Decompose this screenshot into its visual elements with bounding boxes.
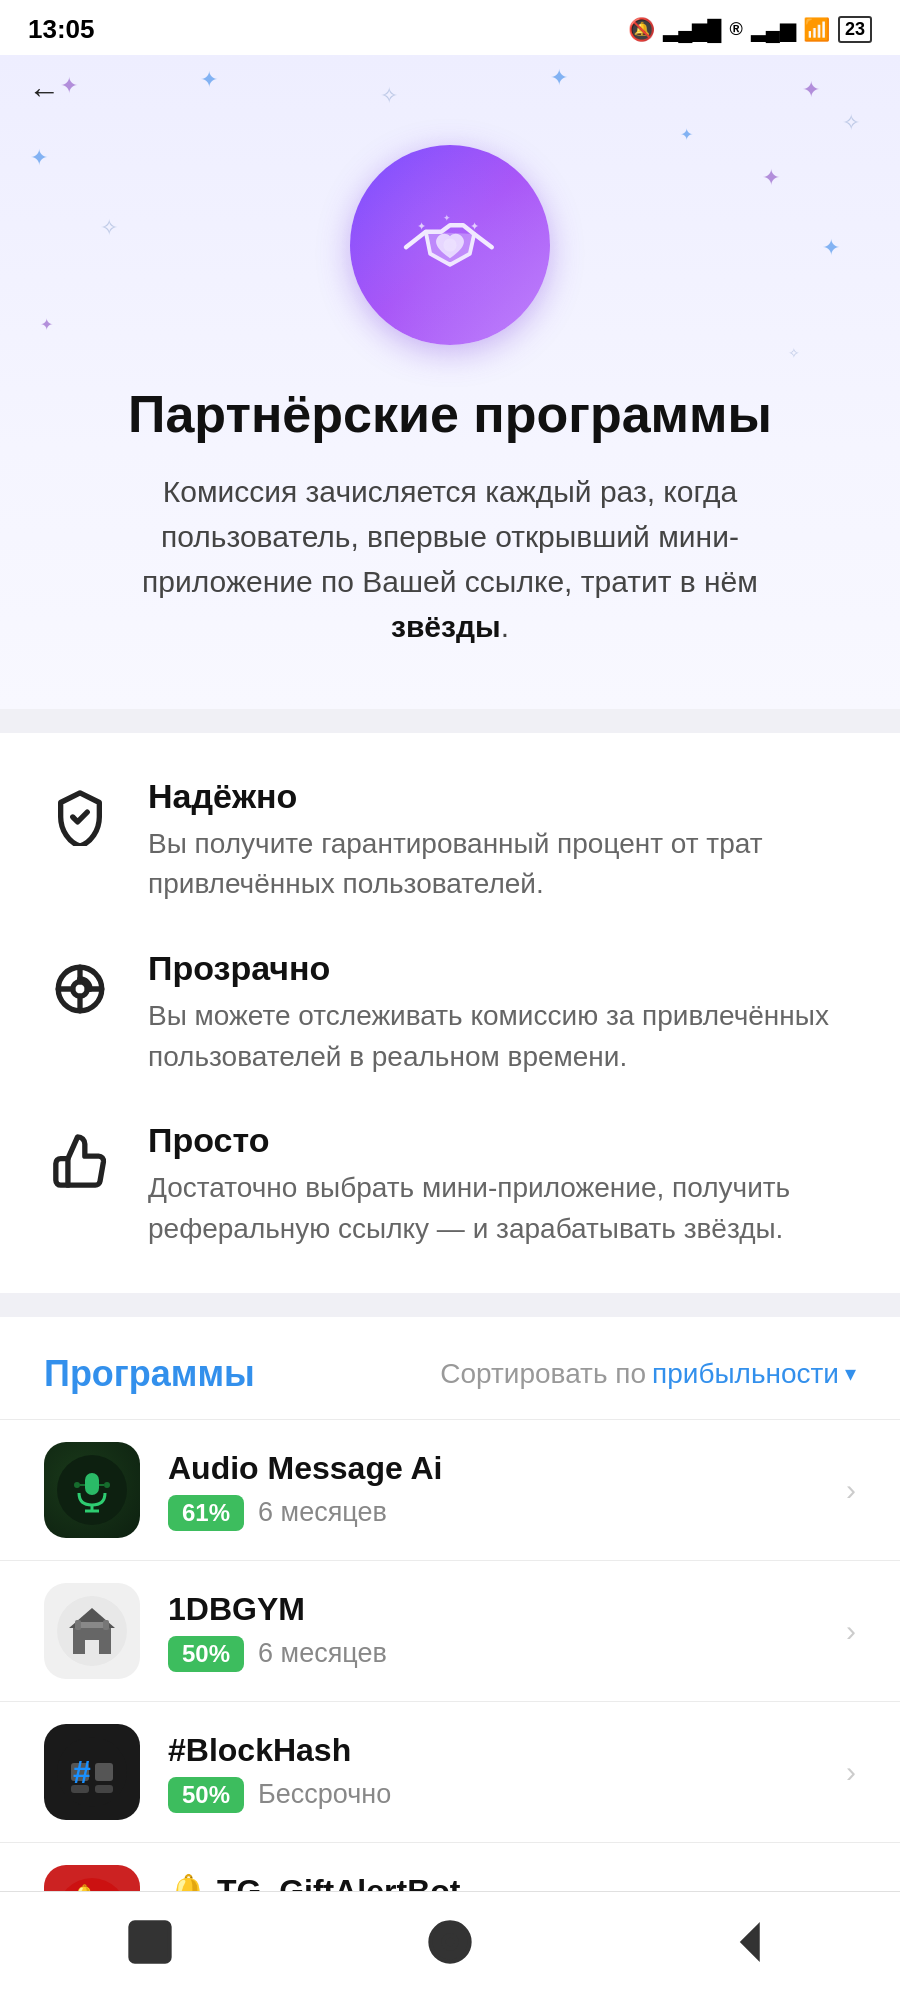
hero-title: Партнёрские программы: [60, 385, 840, 445]
svg-text:✦: ✦: [443, 213, 451, 223]
program-badge-blockhash: 50%: [168, 1777, 244, 1813]
nav-back-button[interactable]: [720, 1912, 780, 1972]
program-name-1dbgym: 1DBGYM: [168, 1591, 834, 1628]
svg-point-42: [444, 1936, 457, 1949]
sparkle-12: ✧: [788, 345, 800, 361]
signal-icon: ▂▄▆█: [663, 18, 721, 42]
hero-icon: ✦ ✦ ✦: [350, 145, 550, 345]
program-info-1dbgym: 1DBGYM 50% 6 месяцев: [168, 1591, 834, 1672]
hero-subtitle: Комиссия зачисляется каждый раз, когда п…: [110, 469, 790, 649]
svg-point-15: [104, 1482, 110, 1488]
program-name-blockhash: #BlockHash: [168, 1732, 834, 1769]
status-bar: 13:05 🔕 ▂▄▆█ ® ▂▄▆ 📶 23: [0, 0, 900, 55]
sparkle-13: ✦: [680, 125, 693, 144]
program-duration-audio-message-ai: 6 месяцев: [258, 1497, 387, 1528]
nav-square-button[interactable]: [120, 1912, 180, 1972]
feature-simple: Просто Достаточно выбрать мини-приложени…: [44, 1121, 856, 1249]
analytics-icon: [44, 953, 116, 1025]
program-meta-audio-message-ai: 61% 6 месяцев: [168, 1495, 834, 1531]
program-info-blockhash: #BlockHash 50% Бессрочно: [168, 1732, 834, 1813]
svg-text:✦: ✦: [417, 220, 426, 232]
programs-header: Программы Сортировать по прибыльности ▾: [0, 1317, 900, 1419]
back-button[interactable]: ←: [28, 73, 60, 110]
hero-section: ← ✦ ✦ ✧ ✦ ✦ ✧ ✦ ✦ ✧ ✦ ✦ ✧ ✦ ✧ ✦ ✦ ✦ Парт…: [0, 55, 900, 709]
program-meta-1dbgym: 50% 6 месяцев: [168, 1636, 834, 1672]
hero-subtitle-end: .: [501, 610, 509, 643]
sparkle-3: ✧: [380, 83, 398, 109]
sparkle-6: ✧: [842, 110, 860, 136]
sparkle-4: ✦: [550, 65, 568, 91]
thumbs-up-icon: [44, 1125, 116, 1197]
svg-point-25: [57, 1737, 127, 1807]
program-avatar-audio-message-ai: [44, 1442, 140, 1538]
feature-transparent: Прозрачно Вы можете отслеживать комиссию…: [44, 949, 856, 1077]
hero-subtitle-bold: звёзды: [391, 610, 501, 643]
svg-rect-23: [75, 1620, 81, 1630]
mute-icon: 🔕: [628, 17, 655, 43]
feature-reliable-desc: Вы получите гарантированный процент от т…: [148, 824, 856, 905]
program-meta-blockhash: 50% Бессрочно: [168, 1777, 834, 1813]
sparkle-11: ✦: [40, 315, 53, 334]
feature-reliable-title: Надёжно: [148, 777, 856, 816]
svg-point-0: [443, 238, 456, 251]
program-chevron-audio-message-ai: ›: [846, 1473, 856, 1507]
sparkle-1: ✦: [60, 73, 78, 99]
svg-point-14: [74, 1482, 80, 1488]
feature-reliable: Надёжно Вы получите гарантированный проц…: [44, 777, 856, 905]
svg-rect-29: [95, 1785, 113, 1793]
program-item-blockhash[interactable]: # #BlockHash 50% Бессрочно ›: [0, 1701, 900, 1842]
feature-simple-text: Просто Достаточно выбрать мини-приложени…: [148, 1121, 856, 1249]
feature-transparent-text: Прозрачно Вы можете отслеживать комиссию…: [148, 949, 856, 1077]
program-avatar-1dbgym: [44, 1583, 140, 1679]
programs-section-title: Программы: [44, 1353, 255, 1395]
signal2-icon: ▂▄▆: [751, 18, 795, 42]
program-name-audio-message-ai: Audio Message Ai: [168, 1450, 834, 1487]
sort-label-text: Сортировать по: [440, 1358, 646, 1390]
program-duration-blockhash: Бессрочно: [258, 1779, 391, 1810]
handshake-icon: ✦ ✦ ✦: [395, 190, 505, 300]
feature-reliable-text: Надёжно Вы получите гарантированный проц…: [148, 777, 856, 905]
program-badge-audio-message-ai: 61%: [168, 1495, 244, 1531]
program-avatar-blockhash: #: [44, 1724, 140, 1820]
wifi-icon: 📶: [803, 17, 830, 43]
shield-check-icon: [44, 781, 116, 853]
feature-transparent-title: Прозрачно: [148, 949, 856, 988]
svg-rect-11: [85, 1473, 99, 1495]
feature-transparent-desc: Вы можете отслеживать комиссию за привле…: [148, 996, 856, 1077]
bottom-navigation: [0, 1891, 900, 2000]
program-item-audio-message-ai[interactable]: Audio Message Ai 61% 6 месяцев ›: [0, 1419, 900, 1560]
svg-rect-40: [131, 1923, 170, 1962]
sort-chevron-icon: ▾: [845, 1361, 856, 1387]
svg-rect-22: [79, 1622, 105, 1628]
program-badge-1dbgym: 50%: [168, 1636, 244, 1672]
svg-rect-27: [95, 1763, 113, 1781]
registered-icon: ®: [730, 19, 743, 40]
svg-text:#: #: [73, 1754, 91, 1790]
program-item-1dbgym[interactable]: 1DBGYM 50% 6 месяцев ›: [0, 1560, 900, 1701]
sort-button[interactable]: Сортировать по прибыльности ▾: [440, 1358, 856, 1390]
sparkle-5: ✦: [802, 77, 820, 103]
sparkle-8: ✦: [762, 165, 780, 191]
nav-home-button[interactable]: [420, 1912, 480, 1972]
sort-value-text: прибыльности: [652, 1358, 839, 1390]
sparkle-10: ✦: [822, 235, 840, 261]
program-chevron-blockhash: ›: [846, 1755, 856, 1789]
svg-rect-21: [85, 1640, 99, 1654]
sparkle-2: ✦: [200, 67, 218, 93]
feature-simple-title: Просто: [148, 1121, 856, 1160]
program-chevron-1dbgym: ›: [846, 1614, 856, 1648]
status-icons: 🔕 ▂▄▆█ ® ▂▄▆ 📶 23: [628, 16, 872, 43]
program-info-audio-message-ai: Audio Message Ai 61% 6 месяцев: [168, 1450, 834, 1531]
program-duration-1dbgym: 6 месяцев: [258, 1638, 387, 1669]
battery-icon: 23: [838, 16, 872, 43]
svg-rect-24: [103, 1620, 109, 1630]
hero-subtitle-start: Комиссия зачисляется каждый раз, когда п…: [142, 475, 758, 598]
svg-text:✦: ✦: [470, 220, 479, 232]
svg-marker-43: [741, 1925, 758, 1960]
time-display: 13:05: [28, 14, 95, 45]
sparkle-7: ✦: [30, 145, 48, 171]
feature-simple-desc: Достаточно выбрать мини-приложение, полу…: [148, 1168, 856, 1249]
sparkle-9: ✧: [100, 215, 118, 241]
features-section: Надёжно Вы получите гарантированный проц…: [0, 733, 900, 1294]
